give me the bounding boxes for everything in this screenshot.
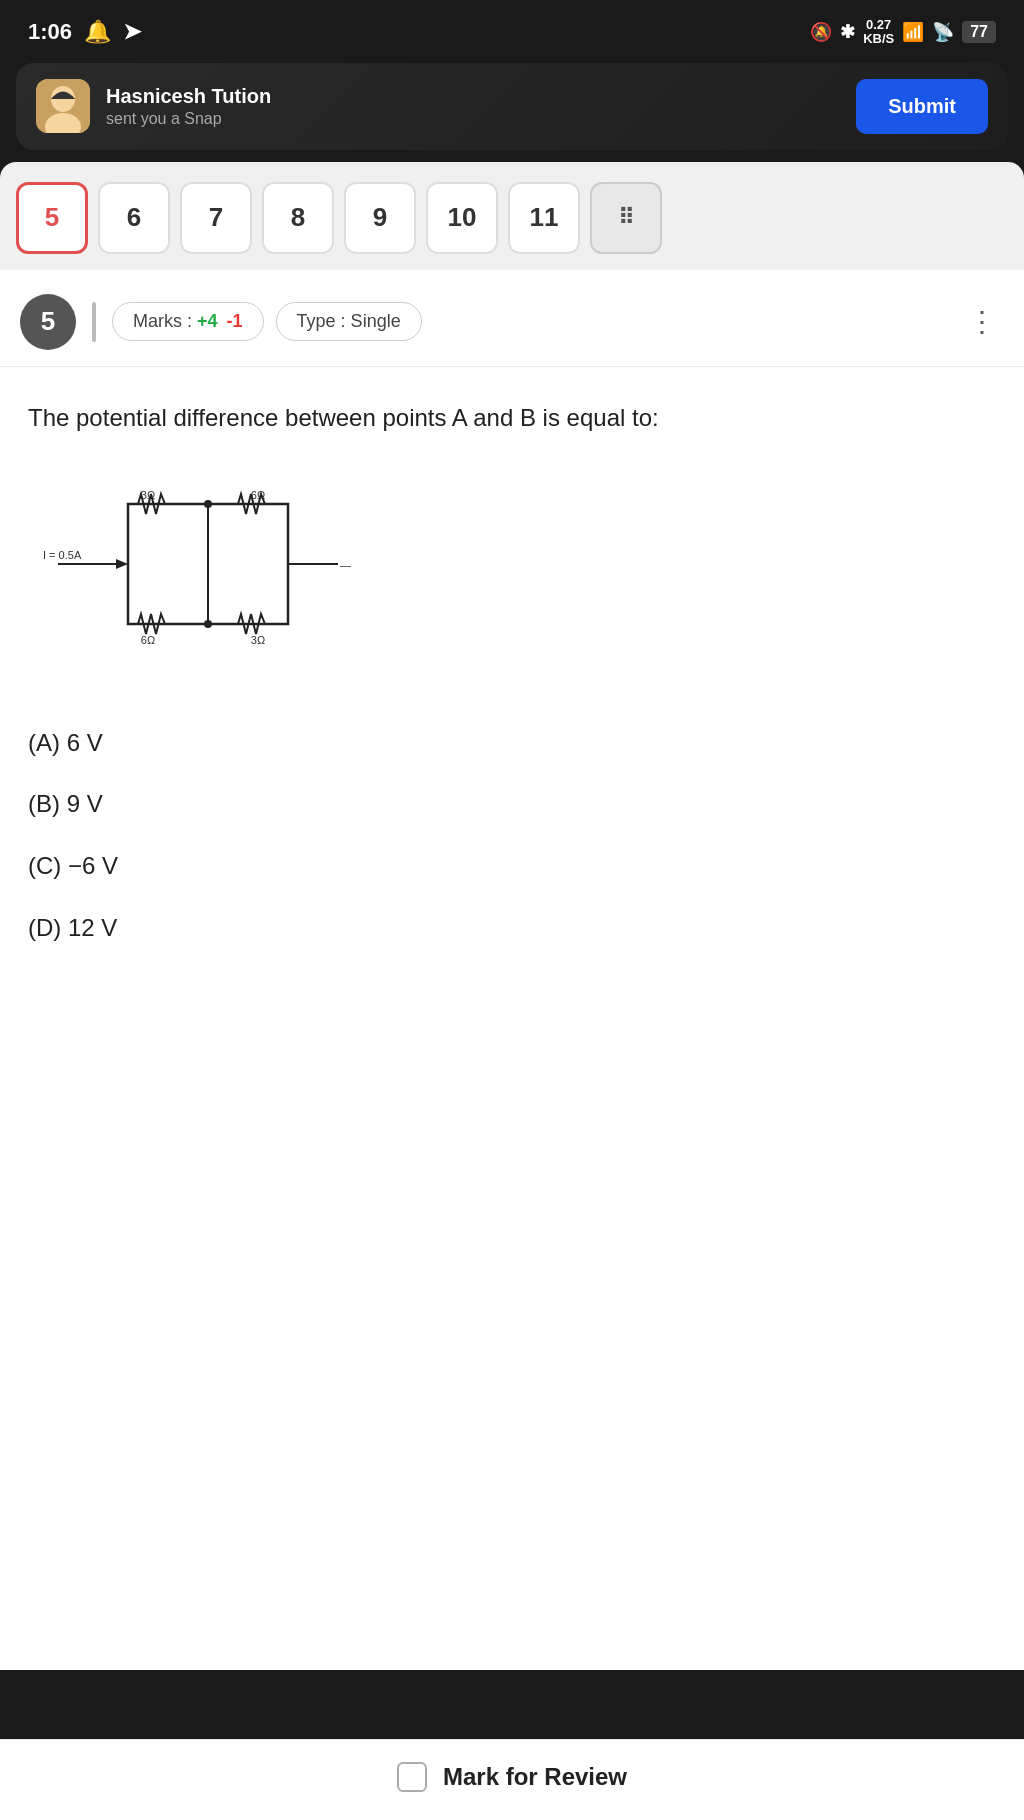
- question-tabs: 5 6 7 8 9 10 11 ⠿: [0, 162, 1024, 270]
- time-display: 1:06: [28, 19, 72, 45]
- silent-icon: 🔕: [810, 21, 832, 43]
- wifi-icon: 📶: [902, 21, 924, 43]
- more-options-icon[interactable]: ⋮: [960, 301, 1004, 342]
- signal-icon: 📡: [932, 21, 954, 43]
- status-left: 1:06 🔔 ➤: [28, 19, 141, 45]
- status-bar: 1:06 🔔 ➤ 🔕 ✱ 0.27 KB/S 📶 📡 77: [0, 0, 1024, 57]
- svg-text:—: —: [340, 559, 351, 571]
- notif-text: Hasnicesh Tution sent you a Snap: [106, 85, 271, 128]
- question-body: The potential difference between points …: [0, 367, 1024, 712]
- tab-q10[interactable]: 10: [426, 182, 498, 254]
- option-b[interactable]: (B) 9 V: [28, 773, 996, 835]
- kb-speed: 0.27 KB/S: [863, 18, 894, 47]
- option-d[interactable]: (D) 12 V: [28, 897, 996, 959]
- option-c[interactable]: (C) −6 V: [28, 835, 996, 897]
- svg-text:3Ω: 3Ω: [251, 634, 265, 646]
- submit-button[interactable]: Submit: [856, 79, 988, 134]
- svg-point-9: [204, 500, 212, 508]
- svg-marker-12: [116, 559, 128, 569]
- notif-name: Hasnicesh Tution: [106, 85, 271, 108]
- tab-q5[interactable]: 5: [16, 182, 88, 254]
- tab-q7[interactable]: 7: [180, 182, 252, 254]
- type-badge: Type : Single: [276, 302, 422, 341]
- status-right: 🔕 ✱ 0.27 KB/S 📶 📡 77: [810, 18, 996, 47]
- tab-q8[interactable]: 8: [262, 182, 334, 254]
- options-list: (A) 6 V (B) 9 V (C) −6 V (D) 12 V: [0, 712, 1024, 986]
- svg-text:I = 0.5A: I = 0.5A: [43, 549, 82, 561]
- circuit-svg: 3Ω 6Ω 6Ω 3Ω I = 0.5A: [28, 464, 368, 664]
- tab-q11[interactable]: 11: [508, 182, 580, 254]
- tab-q6[interactable]: 6: [98, 182, 170, 254]
- location-icon: ➤: [123, 19, 141, 45]
- question-badges: Marks : +4 -1 Type : Single: [112, 302, 944, 341]
- notif-left: Hasnicesh Tution sent you a Snap: [36, 79, 271, 133]
- bluetooth-icon: ✱: [840, 21, 855, 43]
- svg-text:6Ω: 6Ω: [141, 634, 155, 646]
- avatar: [36, 79, 90, 133]
- question-header: 5 Marks : +4 -1 Type : Single ⋮: [0, 270, 1024, 367]
- battery-icon: 77: [962, 21, 996, 43]
- notif-sub: sent you a Snap: [106, 110, 271, 128]
- review-label: Mark for Review: [443, 1763, 627, 1791]
- option-a[interactable]: (A) 6 V: [28, 712, 996, 774]
- svg-point-10: [204, 620, 212, 628]
- bell-icon: 🔔: [84, 19, 111, 45]
- tab-q9[interactable]: 9: [344, 182, 416, 254]
- circuit-diagram: 3Ω 6Ω 6Ω 3Ω I = 0.5A: [28, 464, 996, 664]
- question-text: The potential difference between points …: [28, 399, 996, 436]
- tab-grid-icon[interactable]: ⠿: [590, 182, 662, 254]
- question-number-circle: 5: [20, 294, 76, 350]
- review-checkbox[interactable]: [397, 1762, 427, 1792]
- marks-badge: Marks : +4 -1: [112, 302, 264, 341]
- question-header-divider: [92, 302, 96, 342]
- notification-banner[interactable]: Hasnicesh Tution sent you a Snap Submit: [16, 63, 1008, 150]
- mark-for-review-bar: Mark for Review: [0, 1739, 1024, 1820]
- main-content: 5 Marks : +4 -1 Type : Single ⋮ The pote…: [0, 270, 1024, 1670]
- grid-dots-icon: ⠿: [618, 205, 634, 231]
